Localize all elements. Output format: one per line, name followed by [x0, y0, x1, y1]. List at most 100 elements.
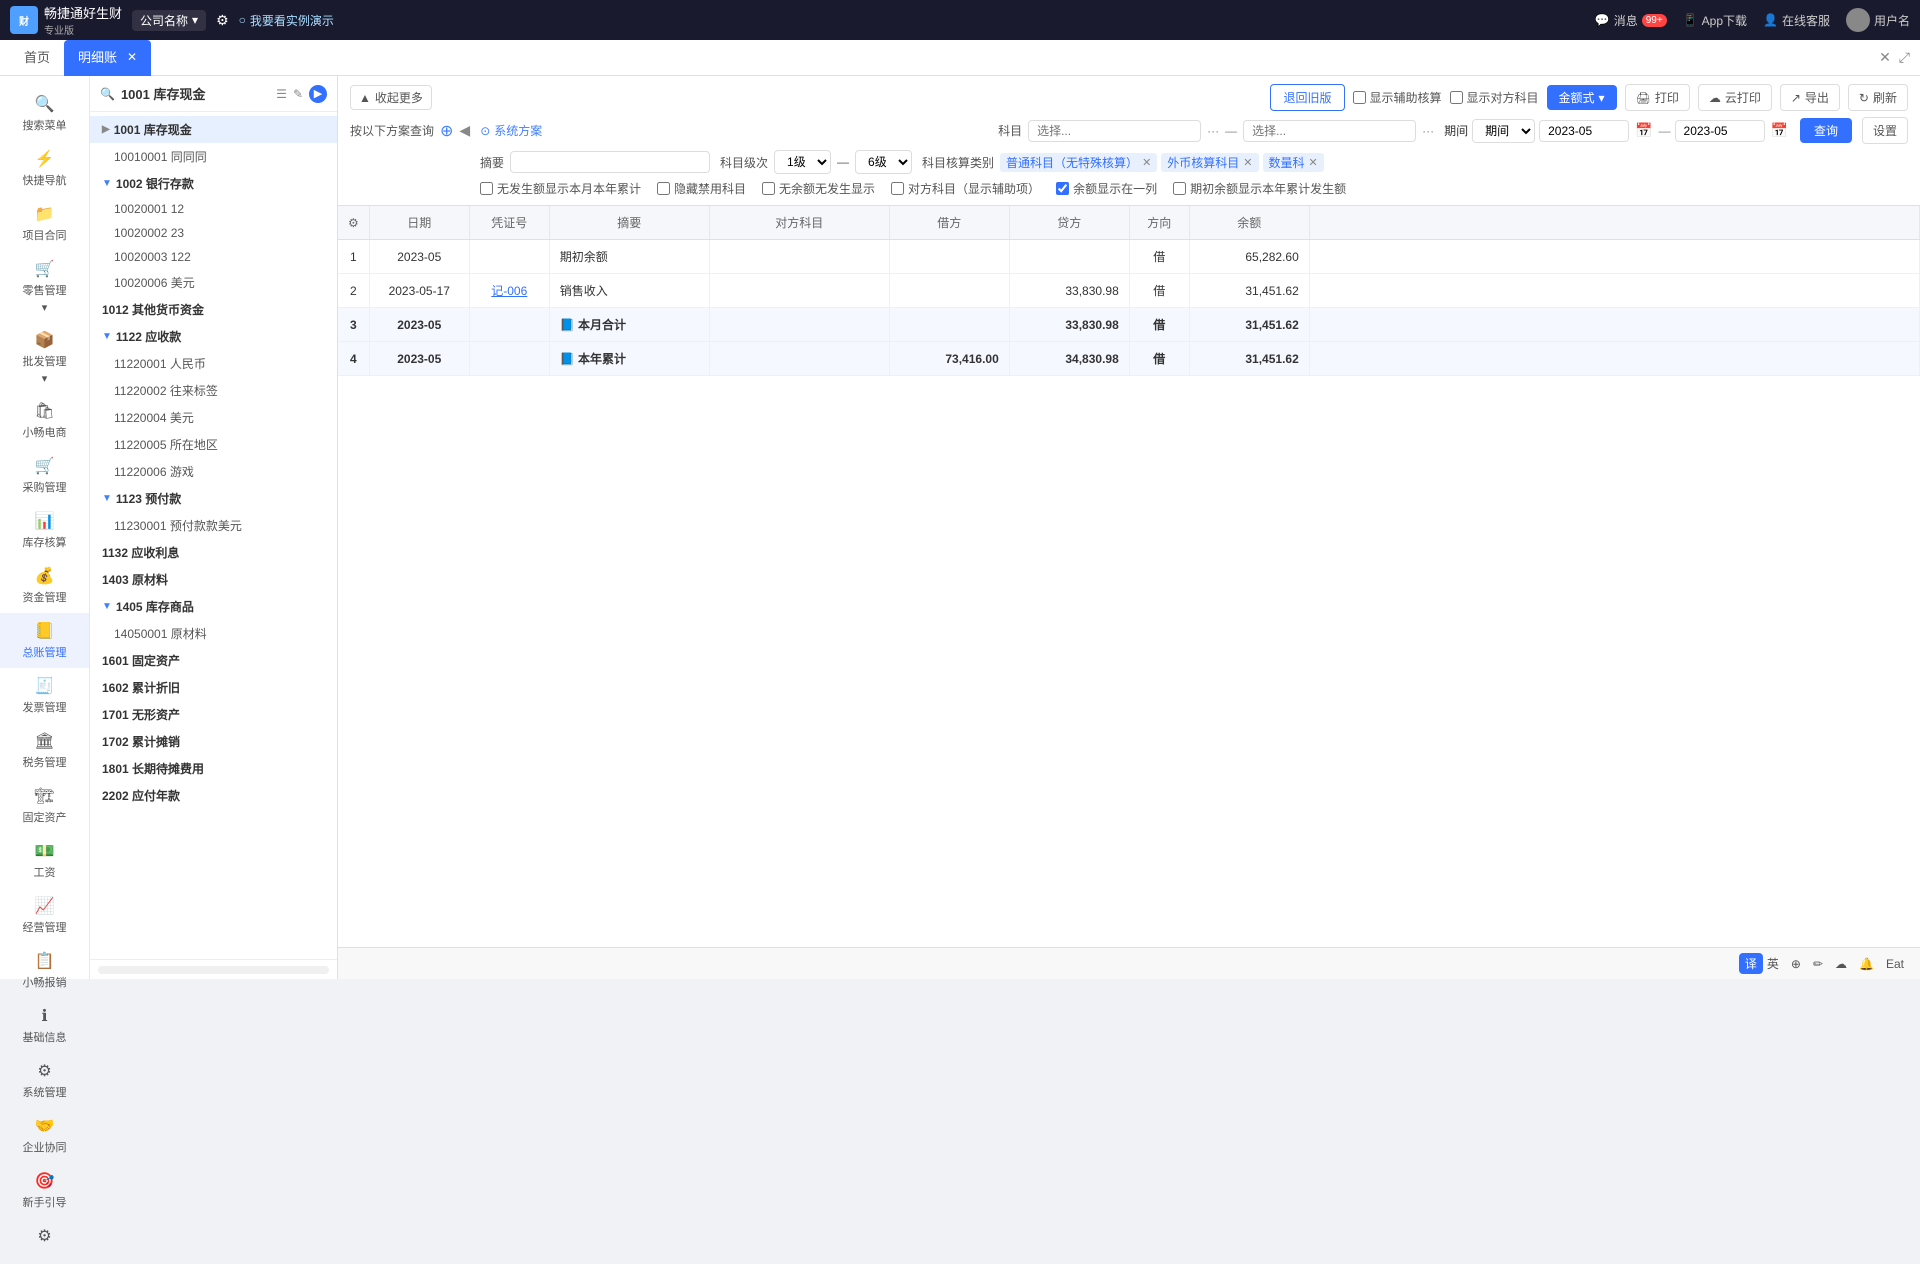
bottom-translate-btn[interactable]: 译 英	[1739, 953, 1779, 974]
sidebar-item-management[interactable]: 📈 经营管理	[0, 888, 89, 943]
level-end-select[interactable]: 6级5级4级	[855, 150, 912, 174]
sidebar-item-ecommerce[interactable]: 🛍 小畅电商	[0, 393, 89, 448]
sidebar-item-expense[interactable]: 📋 小畅报销	[0, 943, 89, 998]
bottom-cloud-btn[interactable]: ☁	[1835, 957, 1847, 971]
tab-minimize-btn[interactable]: ✕	[1879, 49, 1891, 66]
tree-item-10020006[interactable]: 10020006 美元	[90, 269, 337, 296]
no-balance2-checkbox[interactable]	[762, 182, 775, 195]
auxiliary-checkbox[interactable]	[1353, 91, 1366, 104]
sidebar-item-wholesale[interactable]: 📦 批发管理 ▾	[0, 322, 89, 393]
sidebar-item-project[interactable]: 📁 项目合同	[0, 196, 89, 251]
bottom-edit-btn[interactable]: ✏	[1813, 957, 1823, 971]
balance-one-col-check[interactable]: 余额显示在一列	[1056, 180, 1157, 197]
tree-item-1403[interactable]: 1403 原材料	[90, 566, 337, 593]
tree-item-11220005[interactable]: 11220005 所在地区	[90, 431, 337, 458]
tab-maximize-btn[interactable]: ⤢	[1899, 49, 1910, 66]
demo-link[interactable]: ○ 我要看实例演示	[239, 12, 334, 29]
tree-item-1702[interactable]: 1702 累计摊销	[90, 728, 337, 755]
tab-home[interactable]: 首页	[10, 40, 64, 76]
period-end-input[interactable]	[1675, 120, 1765, 142]
hide-disabled-check[interactable]: 隐藏禁用科目	[657, 180, 746, 197]
settings-btn[interactable]: 设置	[1862, 117, 1908, 144]
tree-item-11230001[interactable]: 11230001 预付款款美元	[90, 512, 337, 539]
balance-one-col-checkbox[interactable]	[1056, 182, 1069, 195]
summary-input[interactable]	[510, 151, 710, 173]
sidebar-item-ledger[interactable]: 📒 总账管理	[0, 613, 89, 668]
voucher-link[interactable]: 记-006	[491, 284, 527, 298]
bottom-eat-btn[interactable]: Eat	[1886, 957, 1904, 971]
tree-item-1601[interactable]: 1601 固定资产	[90, 647, 337, 674]
show-contra-check[interactable]: 显示对方科目	[1450, 89, 1539, 106]
company-selector[interactable]: 公司名称 ▾	[132, 10, 206, 31]
sidebar-item-gear[interactable]: ⚙	[37, 1218, 51, 1254]
subject-input2[interactable]	[1243, 120, 1416, 142]
tab-ledger[interactable]: 明细账 ✕	[64, 40, 151, 76]
bottom-bell-btn[interactable]: 🔔	[1859, 957, 1874, 971]
sidebar-item-retail[interactable]: 🛒 零售管理 ▾	[0, 251, 89, 322]
contra-checkbox[interactable]	[1450, 91, 1463, 104]
tree-toggle-1405[interactable]: ▼	[102, 601, 112, 612]
no-opening-checkbox[interactable]	[1173, 182, 1186, 195]
sidebar-item-guide[interactable]: 🎯 新手引导	[0, 1163, 89, 1218]
tree-item-1012[interactable]: 1012 其他货币资金	[90, 296, 337, 323]
subject-more-icon2[interactable]: ···	[1422, 124, 1434, 138]
tree-toggle-1123[interactable]: ▼	[102, 493, 112, 504]
contra-check[interactable]: 对方科目（显示辅助项）	[891, 180, 1040, 197]
no-opening-check[interactable]: 期初余额显示本年累计发生额	[1173, 180, 1346, 197]
tree-item-2202[interactable]: 2202 应付年款	[90, 782, 337, 809]
tab-close-icon[interactable]: ✕	[127, 50, 137, 64]
scheme-settings-icon[interactable]: ⊕	[440, 121, 453, 141]
scheme-name[interactable]: ⊙ 系统方案	[480, 122, 542, 139]
account-tree-icon1[interactable]: ☰	[276, 87, 287, 101]
no-balance2-check[interactable]: 无余额无发生显示	[762, 180, 875, 197]
message-btn[interactable]: 💬 消息 99+	[1595, 12, 1667, 29]
tag-quantity-close[interactable]: ✕	[1309, 156, 1318, 169]
sidebar-item-quick-nav[interactable]: ⚡ 快捷导航	[0, 141, 89, 196]
tree-item-10020003[interactable]: 10020003 122	[90, 245, 337, 269]
tree-item-14050001[interactable]: 14050001 原材料	[90, 620, 337, 647]
tree-toggle-1002[interactable]: ▼	[102, 178, 112, 189]
tree-item-1002[interactable]: ▼ 1002 银行存款	[90, 170, 337, 197]
sidebar-item-basic[interactable]: ℹ 基础信息	[0, 998, 89, 1053]
refresh-btn[interactable]: ↻ 刷新	[1848, 84, 1908, 111]
account-tree-icon2[interactable]: ✎	[293, 87, 303, 101]
export-btn[interactable]: ↗ 导出	[1780, 84, 1840, 111]
account-nav-arrow[interactable]: ▶	[309, 85, 327, 103]
sidebar-item-salary[interactable]: 💵 工资	[0, 833, 89, 888]
tag-normal-close[interactable]: ✕	[1142, 156, 1151, 169]
subject-input[interactable]	[1028, 120, 1201, 142]
tree-toggle-1122[interactable]: ▼	[102, 331, 112, 342]
tree-item-1122[interactable]: ▼ 1122 应收款	[90, 323, 337, 350]
query-btn[interactable]: 查询	[1800, 118, 1852, 143]
period-start-input[interactable]	[1539, 120, 1629, 142]
sidebar-item-fixed-assets[interactable]: 🏗 固定资产	[0, 778, 89, 833]
tree-item-11220006[interactable]: 11220006 游戏	[90, 458, 337, 485]
tree-item-1801[interactable]: 1801 长期待摊费用	[90, 755, 337, 782]
style-btn[interactable]: 金额式 ▾	[1547, 85, 1617, 110]
hide-disabled-checkbox[interactable]	[657, 182, 670, 195]
sidebar-item-invoice[interactable]: 🧾 发票管理	[0, 668, 89, 723]
period-end-cal-btn[interactable]: 📅	[1769, 122, 1790, 139]
sidebar-item-search[interactable]: 🔍 搜索菜单	[0, 86, 89, 141]
online-service-btn[interactable]: 👤 在线客服	[1763, 12, 1830, 29]
sidebar-item-fund[interactable]: 💰 资金管理	[0, 558, 89, 613]
tree-item-11220002[interactable]: 11220002 往来标签	[90, 377, 337, 404]
level-start-select[interactable]: 1级2级3级	[774, 150, 831, 174]
sidebar-item-collab[interactable]: 🤝 企业协同	[0, 1108, 89, 1163]
contra-check-checkbox[interactable]	[891, 182, 904, 195]
sidebar-item-purchase[interactable]: 🛒 采购管理	[0, 448, 89, 503]
bottom-add-btn[interactable]: ⊕	[1791, 957, 1801, 971]
tree-item-1602[interactable]: 1602 累计折旧	[90, 674, 337, 701]
no-balance-checkbox[interactable]	[480, 182, 493, 195]
tree-item-10010001[interactable]: 10010001 同同同	[90, 143, 337, 170]
period-start-cal-btn[interactable]: 📅	[1633, 122, 1654, 139]
sidebar-item-inventory[interactable]: 📊 库存核算	[0, 503, 89, 558]
return-old-btn[interactable]: 退回旧版	[1270, 84, 1344, 111]
app-download-btn[interactable]: 📱 App下载	[1683, 12, 1747, 29]
tree-item-11220001[interactable]: 11220001 人民币	[90, 350, 337, 377]
cloud-print-btn[interactable]: ☁ 云打印	[1698, 84, 1772, 111]
col-gear[interactable]: ⚙	[338, 206, 369, 240]
scheme-collapse-icon[interactable]: ◀	[459, 122, 470, 139]
subject-more-icon[interactable]: ···	[1207, 124, 1219, 138]
horizontal-scrollbar[interactable]	[98, 966, 329, 974]
